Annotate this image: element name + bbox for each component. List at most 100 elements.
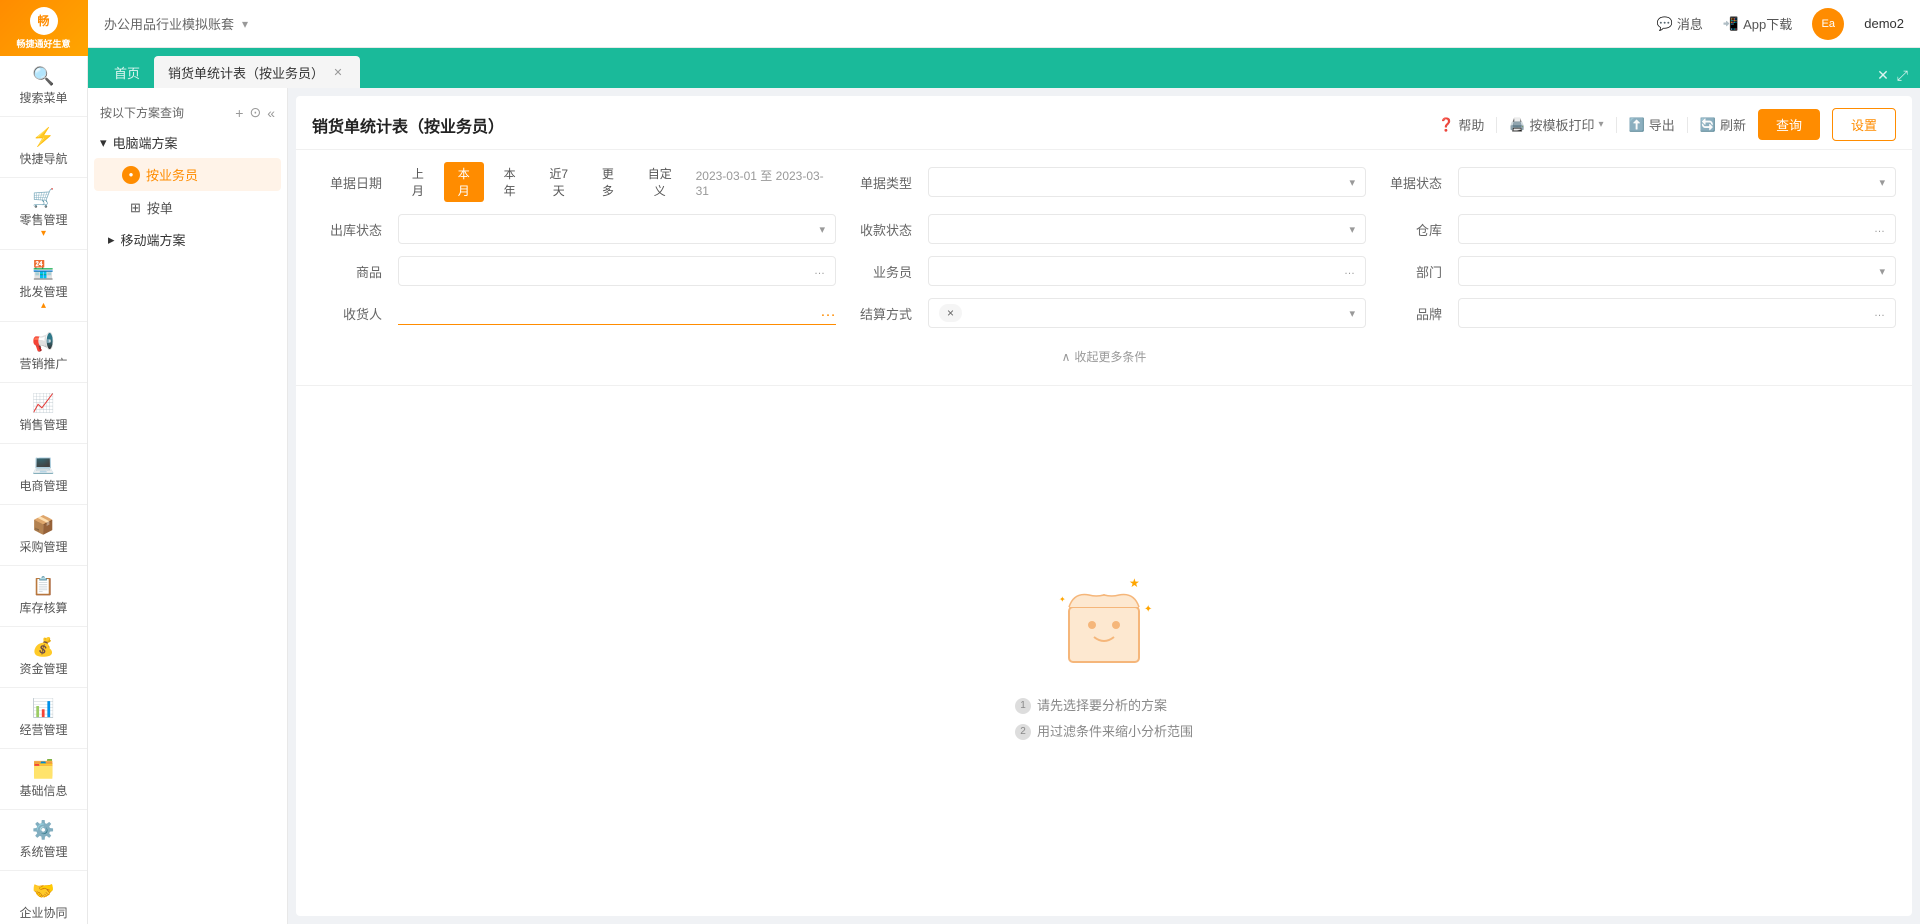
panel-add-icon[interactable]: +: [235, 105, 243, 121]
goods-select[interactable]: …: [398, 256, 836, 286]
tab-close-icon: ✕: [333, 66, 342, 79]
date-btn-more[interactable]: 更多: [588, 162, 628, 202]
app-download-icon: 📲: [1723, 16, 1739, 32]
date-btn-this-year[interactable]: 本年: [490, 162, 530, 202]
message-button[interactable]: 💬 消息: [1657, 14, 1703, 33]
sidebar-wholesale-label: 批发管理: [19, 283, 67, 300]
retail-icon: 🛒: [32, 188, 54, 209]
panel-item-order-label: 按单: [147, 198, 173, 217]
brand-dots: …: [1874, 307, 1885, 319]
date-btn-custom[interactable]: 自定义: [634, 162, 686, 202]
sidebar-item-retail[interactable]: 🛒 零售管理 ▾: [0, 178, 87, 250]
refresh-icon: 🔄: [1700, 117, 1716, 133]
empty-tips: 1 请先选择要分析的方案 2 用过滤条件来缩小分析范围: [1015, 693, 1193, 745]
sidebar-item-basicinfo[interactable]: 🗂️ 基础信息: [0, 749, 87, 810]
salesperson-select[interactable]: …: [928, 256, 1366, 286]
department-select[interactable]: ▾: [1458, 256, 1896, 286]
query-button[interactable]: 查询: [1758, 109, 1820, 140]
date-btn-this-month[interactable]: 本月: [444, 162, 484, 202]
page-title: 销货单统计表（按业务员）: [312, 113, 504, 137]
action-divider-3: [1687, 117, 1688, 133]
tab-report[interactable]: 销货单统计表（按业务员） ✕: [154, 56, 360, 88]
sidebar-item-inventory[interactable]: 📋 库存核算: [0, 566, 87, 627]
tab-close-button[interactable]: ✕: [330, 64, 346, 80]
panel-collapse-icon[interactable]: «: [267, 105, 275, 121]
panel-item-salesperson[interactable]: ● 按业务员: [94, 158, 281, 191]
date-filter-control: 上月 本月 本年 近7天 更多 自定义 2023-03-01 至 2023-03…: [398, 162, 836, 202]
sidebar-sales-label: 销售管理: [19, 416, 67, 433]
sidebar-item-ecommerce[interactable]: 💻 电商管理: [0, 444, 87, 505]
payment-status-control: ▾: [928, 214, 1366, 244]
consignee-control: …: [398, 301, 836, 325]
panel-section-pc[interactable]: ▾ 电脑端方案: [88, 127, 287, 158]
help-icon: ❓: [1438, 117, 1454, 133]
pc-section-arrow: ▾: [100, 135, 107, 151]
export-button[interactable]: ⬆️ 导出: [1629, 115, 1675, 134]
warehouse-dots: …: [1874, 223, 1885, 235]
template-print-button[interactable]: 🖨️ 按模板打印 ▾: [1509, 115, 1603, 134]
doc-type-select[interactable]: ▾: [928, 167, 1366, 197]
tab-actions: ✕ ⤢: [1877, 67, 1908, 88]
export-icon: ⬆️: [1629, 117, 1645, 133]
action-divider-2: [1616, 117, 1617, 133]
sidebar-item-marketing[interactable]: 📢 营销推广: [0, 322, 87, 383]
sidebar-item-purchase[interactable]: 📦 采购管理: [0, 505, 87, 566]
sidebar-item-wholesale[interactable]: 🏪 批发管理 ▴: [0, 250, 87, 322]
sidebar-item-enterprise[interactable]: 🤝 企业协同: [0, 871, 87, 924]
date-btn-last-month[interactable]: 上月: [398, 162, 438, 202]
app-download-button[interactable]: 📲 App下载: [1723, 14, 1792, 33]
collapse-label: 收起更多条件: [1074, 348, 1146, 365]
retail-arrow: ▾: [41, 228, 46, 239]
sidebar-inventory-label: 库存核算: [19, 599, 67, 616]
salesperson-dots: …: [1344, 265, 1355, 277]
topbar-title: 办公用品行业模拟账套: [104, 14, 234, 33]
action-divider-1: [1496, 117, 1497, 133]
warehouse-select[interactable]: …: [1458, 214, 1896, 244]
system-icon: ⚙️: [32, 820, 54, 841]
panel-section-mobile[interactable]: ▸ 移动端方案: [88, 224, 287, 255]
date-btn-7days[interactable]: 近7天: [536, 162, 582, 202]
filter-row-2: 出库状态 ▾ 收款状态 ▾ 仓库: [312, 214, 1896, 244]
content-area: 按以下方案查询 + ⊙ « ▾ 电脑端方案 ● 按业务员 ⊞ 按单: [88, 88, 1920, 924]
topbar-left: 办公用品行业模拟账套 ▾: [104, 14, 248, 33]
panel-settings-icon[interactable]: ⊙: [249, 104, 261, 121]
sidebar-item-finance[interactable]: 💰 资金管理: [0, 627, 87, 688]
doc-status-select[interactable]: ▾: [1458, 167, 1896, 197]
basicinfo-icon: 🗂️: [32, 759, 54, 780]
settlement-select[interactable]: × ▾: [928, 298, 1366, 328]
sidebar-item-operations[interactable]: 📊 经营管理: [0, 688, 87, 749]
print-dropdown-icon: ▾: [1599, 119, 1604, 130]
department-arrow: ▾: [1879, 265, 1885, 278]
help-button[interactable]: ❓ 帮助: [1438, 115, 1484, 134]
sidebar: 畅 畅捷通好生意 🔍 搜索菜单 ⚡ 快捷导航 🛒 零售管理 ▾ 🏪 批发管理 ▴…: [0, 0, 88, 924]
payment-status-select[interactable]: ▾: [928, 214, 1366, 244]
panel-header-icons: + ⊙ «: [235, 104, 275, 121]
user-avatar[interactable]: Ea: [1812, 8, 1844, 40]
operations-icon: 📊: [32, 698, 54, 719]
consignee-input[interactable]: [398, 301, 836, 325]
brand-select[interactable]: …: [1458, 298, 1896, 328]
tab-minimize-icon[interactable]: ✕: [1877, 67, 1889, 84]
sidebar-item-system[interactable]: ⚙️ 系统管理: [0, 810, 87, 871]
settings-button[interactable]: 设置: [1832, 108, 1896, 141]
user-name: demo2: [1864, 16, 1904, 31]
tab-home[interactable]: 首页: [100, 56, 154, 88]
wholesale-arrow: ▴: [41, 300, 46, 311]
stock-status-select[interactable]: ▾: [398, 214, 836, 244]
goods-control: …: [398, 256, 836, 286]
doc-type-control: ▾: [928, 167, 1366, 197]
sidebar-item-quicknav[interactable]: ⚡ 快捷导航: [0, 117, 87, 178]
tab-expand-icon[interactable]: ⤢: [1897, 67, 1908, 84]
topbar-dropdown-icon[interactable]: ▾: [242, 17, 248, 31]
ecommerce-icon: 💻: [32, 454, 54, 475]
sidebar-item-search[interactable]: 🔍 搜索菜单: [0, 56, 87, 117]
panel-item-order[interactable]: ⊞ 按单: [94, 191, 281, 224]
sidebar-operations-label: 经营管理: [19, 721, 67, 738]
collapse-button[interactable]: ∧ 收起更多条件: [312, 340, 1896, 373]
sidebar-item-sales[interactable]: 📈 销售管理: [0, 383, 87, 444]
settlement-tag-x[interactable]: ×: [947, 306, 954, 320]
refresh-button[interactable]: 🔄 刷新: [1700, 115, 1746, 134]
consignee-dots[interactable]: …: [820, 303, 836, 321]
pc-section-label: 电脑端方案: [113, 133, 178, 152]
sidebar-logo: 畅 畅捷通好生意: [0, 0, 88, 56]
